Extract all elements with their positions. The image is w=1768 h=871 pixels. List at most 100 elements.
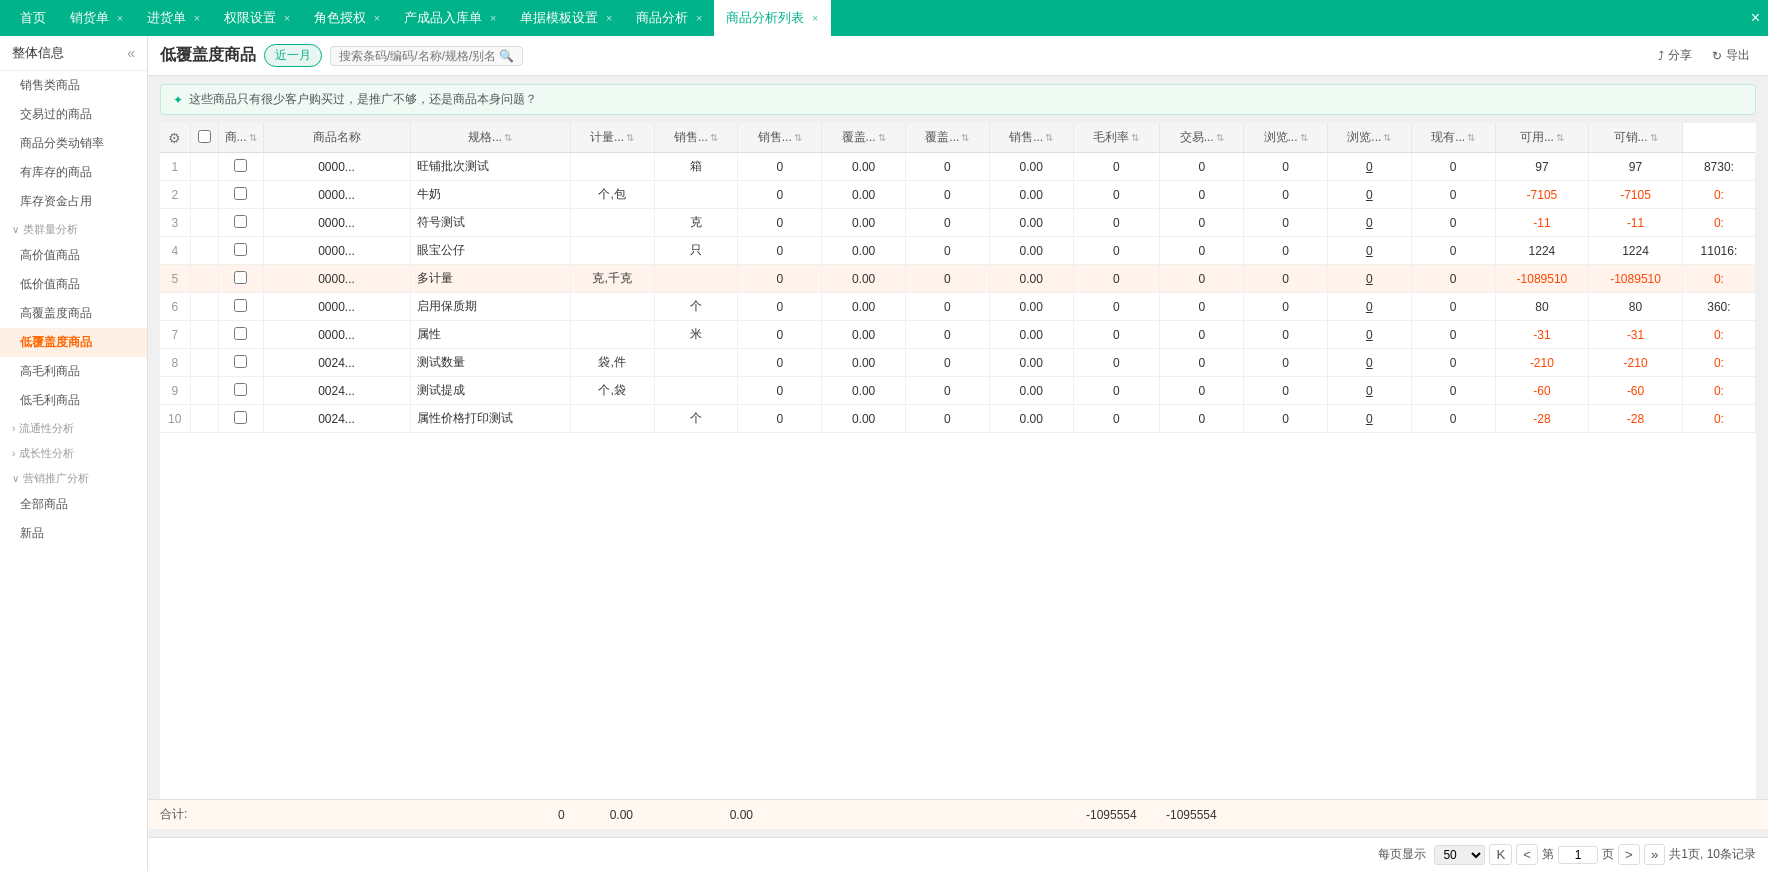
- row-checkbox[interactable]: [234, 215, 247, 228]
- row-checkbox[interactable]: [234, 383, 247, 396]
- sidebar-item-sales-goods[interactable]: 销售类商品: [0, 71, 147, 100]
- nav-tab-permission[interactable]: 权限设置 ×: [212, 0, 302, 36]
- sidebar-section-marketing[interactable]: ∨ 营销推广分析: [0, 465, 147, 490]
- sidebar-item-low-margin[interactable]: 低毛利商品: [0, 386, 147, 415]
- sidebar-item-category-rate[interactable]: 商品分类动销率: [0, 129, 147, 158]
- col-sales3[interactable]: 销售...⇅: [989, 123, 1073, 153]
- nav-close-analysis-list[interactable]: ×: [812, 12, 818, 24]
- row-sales3: 0: [1073, 405, 1160, 433]
- sidebar-collapse-btn[interactable]: «: [127, 45, 135, 61]
- sidebar-item-all-goods[interactable]: 全部商品: [0, 490, 147, 519]
- row-sales2: 0.00: [822, 181, 906, 209]
- col-unit[interactable]: 计量...⇅: [570, 123, 654, 153]
- nav-close-warehouse[interactable]: ×: [490, 12, 496, 24]
- window-close-btn[interactable]: ×: [1751, 9, 1760, 27]
- nav-tab-template[interactable]: 单据模板设置 ×: [508, 0, 624, 36]
- sidebar-item-high-value[interactable]: 高价值商品: [0, 241, 147, 270]
- col-cover2[interactable]: 覆盖...⇅: [905, 123, 989, 153]
- row-browse1[interactable]: 0: [1327, 405, 1411, 433]
- col-gear[interactable]: ⚙: [160, 123, 190, 153]
- row-margin: 0: [1160, 265, 1244, 293]
- row-current: -28: [1495, 405, 1589, 433]
- row-browse1[interactable]: 0: [1327, 377, 1411, 405]
- row-browse1[interactable]: 0: [1327, 181, 1411, 209]
- nav-tab-home[interactable]: 首页: [8, 0, 58, 36]
- nav-close-permission[interactable]: ×: [284, 12, 290, 24]
- next-page-btn[interactable]: >: [1618, 844, 1640, 865]
- row-margin: 0: [1160, 293, 1244, 321]
- row-browse1[interactable]: 0: [1327, 153, 1411, 181]
- sidebar-item-new-goods[interactable]: 新品: [0, 519, 147, 548]
- row-trans: 0: [1244, 181, 1328, 209]
- gear-icon[interactable]: ⚙: [168, 130, 181, 146]
- col-spec[interactable]: 规格...⇅: [410, 123, 570, 153]
- total-info: 共1页, 10条记录: [1669, 846, 1756, 863]
- search-input[interactable]: [339, 49, 499, 63]
- col-cover1[interactable]: 覆盖...⇅: [822, 123, 906, 153]
- row-checkbox[interactable]: [234, 355, 247, 368]
- row-checkbox[interactable]: [234, 327, 247, 340]
- nav-tab-analysis[interactable]: 商品分析 ×: [624, 0, 714, 36]
- row-spec: 克,千克: [570, 265, 654, 293]
- sidebar-item-traded-goods[interactable]: 交易过的商品: [0, 100, 147, 129]
- nav-close-analysis[interactable]: ×: [696, 12, 702, 24]
- row-browse1[interactable]: 0: [1327, 237, 1411, 265]
- prev-page-btn[interactable]: <: [1516, 844, 1538, 865]
- sidebar-item-stock-goods[interactable]: 有库存的商品: [0, 158, 147, 187]
- export-btn[interactable]: ↻ 导出: [1706, 45, 1756, 66]
- col-sales1[interactable]: 销售...⇅: [654, 123, 738, 153]
- page-size-select[interactable]: 50 100 200: [1434, 845, 1485, 865]
- page-input[interactable]: [1558, 846, 1598, 864]
- last-page-btn[interactable]: »: [1644, 844, 1665, 865]
- col-browse1[interactable]: 浏览...⇅: [1244, 123, 1328, 153]
- row-browse1[interactable]: 0: [1327, 349, 1411, 377]
- row-browse1[interactable]: 0: [1327, 321, 1411, 349]
- nav-tab-role[interactable]: 角色授权 ×: [302, 0, 392, 36]
- col-name[interactable]: 商品名称: [263, 123, 410, 153]
- sidebar-item-high-coverage[interactable]: 高覆盖度商品: [0, 299, 147, 328]
- scroll-bar[interactable]: [160, 829, 1756, 837]
- filter-btn[interactable]: 近一月: [264, 44, 322, 67]
- search-icon[interactable]: 🔍: [499, 49, 514, 63]
- nav-close-purchase[interactable]: ×: [194, 12, 200, 24]
- col-avail[interactable]: 可用...⇅: [1495, 123, 1589, 153]
- row-checkbox[interactable]: [234, 187, 247, 200]
- sidebar-item-low-coverage[interactable]: 低覆盖度商品: [0, 328, 147, 357]
- row-browse1[interactable]: 0: [1327, 209, 1411, 237]
- row-sales3: 0: [1073, 237, 1160, 265]
- col-browse2[interactable]: 浏览...⇅: [1327, 123, 1411, 153]
- nav-close-template[interactable]: ×: [606, 12, 612, 24]
- col-current[interactable]: 现有...⇅: [1411, 123, 1495, 153]
- sidebar-item-stock-capital[interactable]: 库存资金占用: [0, 187, 147, 216]
- nav-tab-analysis-list[interactable]: 商品分析列表 ×: [714, 0, 830, 36]
- row-checkbox[interactable]: [234, 411, 247, 424]
- col-code[interactable]: 商...⇅: [218, 123, 263, 153]
- sidebar-item-low-value[interactable]: 低价值商品: [0, 270, 147, 299]
- col-margin[interactable]: 毛利率⇅: [1073, 123, 1160, 153]
- nav-tab-purchase[interactable]: 进货单 ×: [135, 0, 212, 36]
- row-browse1[interactable]: 0: [1327, 293, 1411, 321]
- sidebar-section-group-analysis[interactable]: ∨ 类群量分析: [0, 216, 147, 241]
- first-page-btn[interactable]: K: [1489, 844, 1512, 865]
- row-margin: 0: [1160, 349, 1244, 377]
- nav-tab-warehouse[interactable]: 产成品入库单 ×: [392, 0, 508, 36]
- select-all-checkbox[interactable]: [198, 130, 211, 143]
- row-checkbox[interactable]: [234, 159, 247, 172]
- row-checkbox[interactable]: [234, 299, 247, 312]
- nav-close-role[interactable]: ×: [374, 12, 380, 24]
- row-checkbox[interactable]: [234, 243, 247, 256]
- sidebar-section-growth[interactable]: › 成长性分析: [0, 440, 147, 465]
- row-sales2: 0.00: [822, 321, 906, 349]
- row-checkbox[interactable]: [234, 271, 247, 284]
- row-browse1[interactable]: 0: [1327, 265, 1411, 293]
- col-trans[interactable]: 交易...⇅: [1160, 123, 1244, 153]
- nav-close-sales[interactable]: ×: [117, 12, 123, 24]
- col-sellable[interactable]: 可销...⇅: [1589, 123, 1683, 153]
- nav-tab-sales[interactable]: 销货单 ×: [58, 0, 135, 36]
- share-btn[interactable]: ⤴ 分享: [1652, 45, 1698, 66]
- row-num: 9: [160, 377, 190, 405]
- col-sales2[interactable]: 销售...⇅: [738, 123, 822, 153]
- sidebar-section-flow[interactable]: › 流通性分析: [0, 415, 147, 440]
- sidebar-item-high-margin[interactable]: 高毛利商品: [0, 357, 147, 386]
- row-browse2: 0: [1411, 377, 1495, 405]
